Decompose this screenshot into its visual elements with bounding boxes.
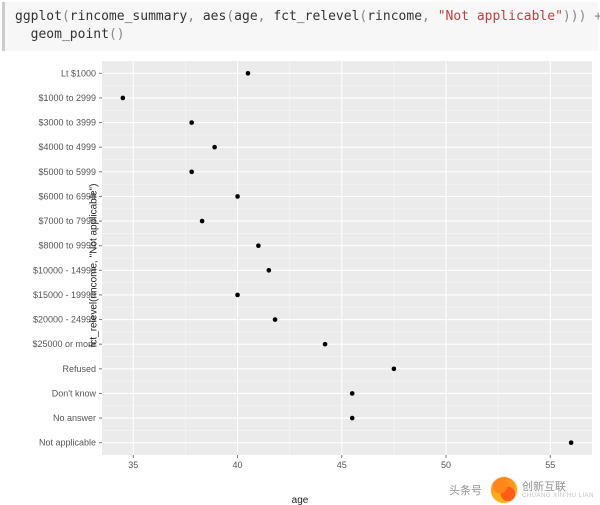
chart: fct_relevel(rincome, "Not applicable") 3… [2,53,598,505]
code-token: aes [203,9,226,24]
code-token: fct_relevel [273,9,359,24]
watermark-toutiao: 头条号 [449,482,482,498]
data-point [350,416,355,421]
data-point [200,219,205,224]
code-token: age [234,9,257,24]
data-point [235,293,240,298]
code-token: ( [226,9,234,24]
code-token: , [187,9,203,24]
code-token: geom_point [31,27,109,42]
code-token: , [258,9,274,24]
code-token: + [586,9,600,24]
data-point [267,268,272,273]
x-tick-label: 45 [337,460,347,470]
code-token: ) [563,9,571,24]
data-point [189,170,194,175]
data-point [212,145,217,150]
data-point [392,367,397,372]
x-tick-label: 50 [441,460,451,470]
code-token: "Not applicable" [438,9,563,24]
code-token: , [422,9,438,24]
y-axis-title: fct_relevel(rincome, "Not applicable") [88,184,99,348]
data-point [323,342,328,347]
code-token: rincome [367,9,422,24]
code-token: ggplot [15,9,62,24]
code-token [15,27,31,42]
code-token: ( [109,27,117,42]
x-tick-label: 55 [545,460,555,470]
code-token: ) [117,27,125,42]
code-token: rincome_summary [70,9,187,24]
data-point [256,243,261,248]
y-axis-title-host: fct_relevel(rincome, "Not applicable") [12,53,176,478]
watermark: 头条号 创新互联 CHUANG XIN HU LIAN [449,476,594,504]
code-token: ( [62,9,70,24]
watermark-logo-icon [490,476,518,504]
data-point [569,440,574,445]
data-point [350,391,355,396]
code-token: ) [571,9,579,24]
watermark-brand: 创新互联 [522,482,594,493]
code-block: ggplot(rincome_summary, aes(age, fct_rel… [2,2,598,51]
data-point [189,120,194,125]
data-point [273,317,278,322]
data-point [246,71,251,76]
x-tick-label: 40 [233,460,243,470]
watermark-brand-sub: CHUANG XIN HU LIAN [522,493,594,499]
data-point [235,194,240,199]
